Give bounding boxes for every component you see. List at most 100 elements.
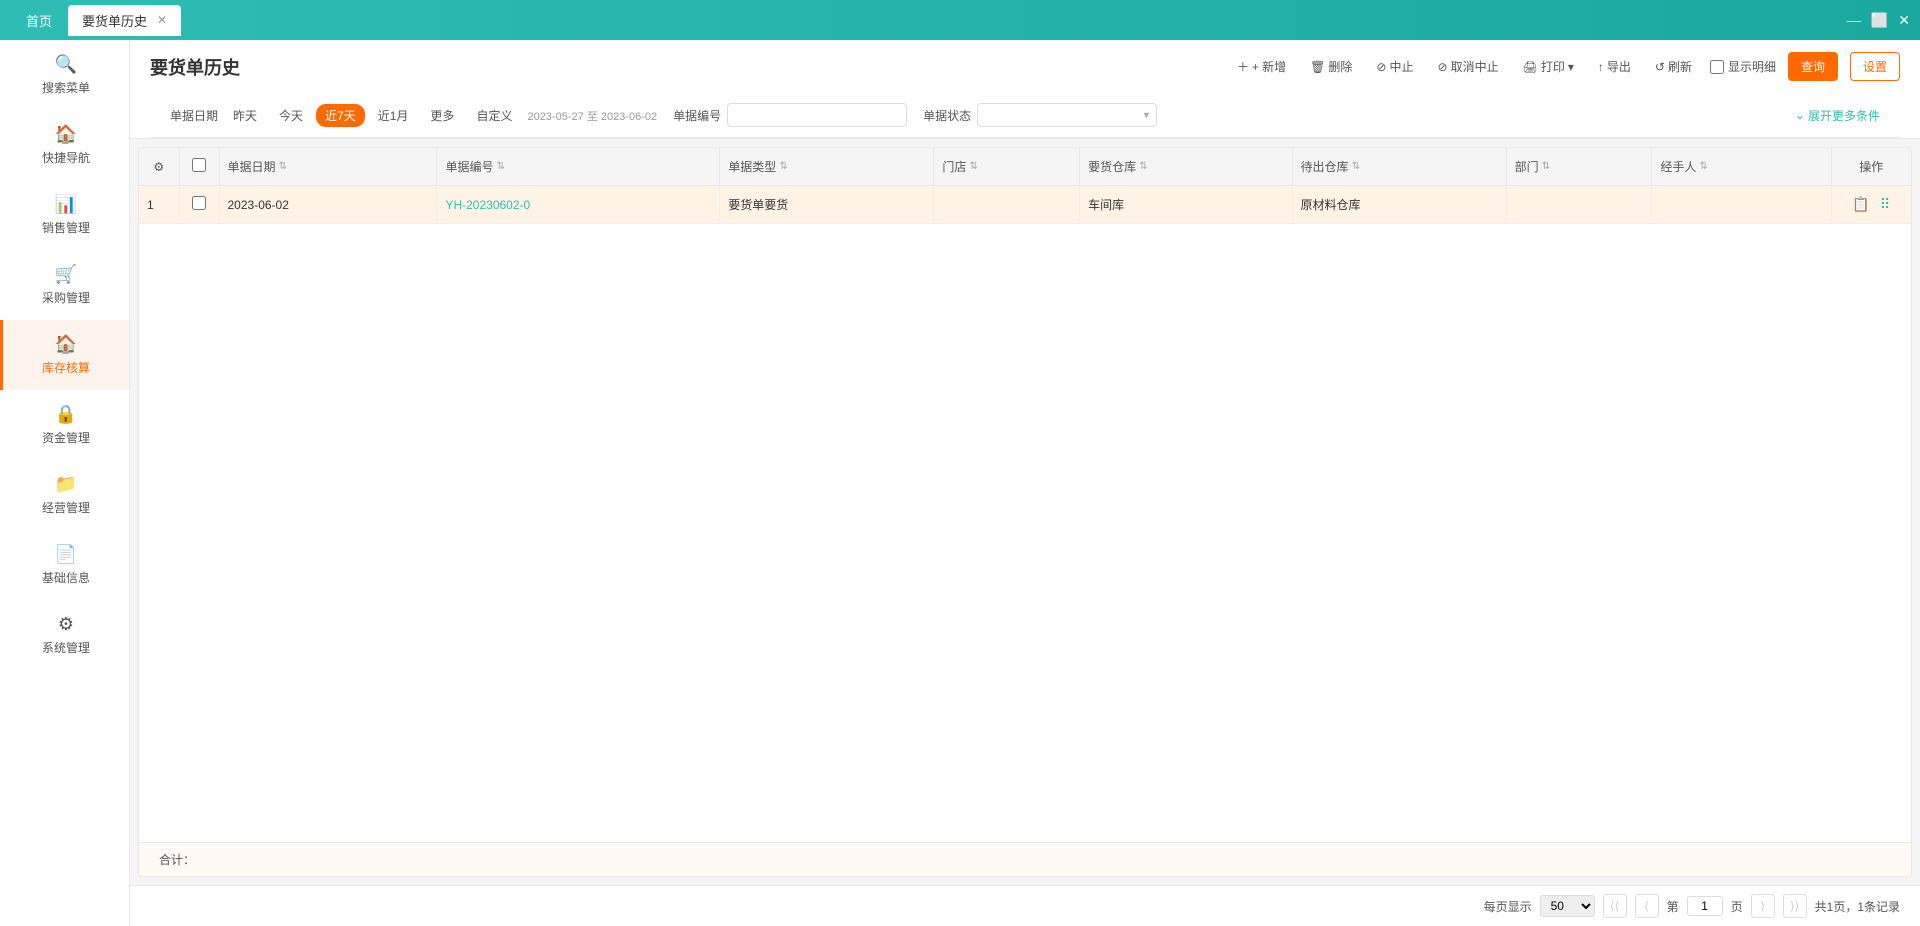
add-label: + 新增 (1252, 58, 1286, 75)
table-row: 1 2023-06-02 YH-20230602-0 (139, 186, 1911, 224)
th-req-warehouse[interactable]: 要货仓库 ⇅ (1080, 148, 1292, 186)
expand-more-label: 展开更多条件 (1808, 107, 1880, 124)
per-page-select[interactable]: 50 10 20 100 (1540, 895, 1595, 917)
minimize-icon[interactable]: — (1847, 12, 1861, 28)
tab-home[interactable]: 首页 (10, 5, 68, 36)
filter-bar: 单据日期 昨天 今天 近7天 近1月 更多 自定义 2023-05-27 至 2… (150, 93, 1900, 138)
settings-icon[interactable]: ⚙ (153, 160, 164, 174)
page-title: 要货单历史 (150, 54, 240, 80)
sidebar-item-fund-mgmt[interactable]: 🔒 资金管理 (0, 390, 129, 460)
doc-number-label: 单据编号 (673, 107, 721, 124)
row-edit-icon[interactable]: 📋 (1850, 194, 1871, 215)
row-doc-number-link[interactable]: YH-20230602-0 (445, 198, 530, 212)
stop-icon: ⊘ (1376, 60, 1386, 74)
doc-number-input[interactable] (727, 103, 907, 127)
th-pending-warehouse[interactable]: 待出仓库 ⇅ (1292, 148, 1506, 186)
date-btn-today[interactable]: 今天 (270, 104, 312, 127)
doc-status-select-wrap (977, 103, 1157, 127)
add-icon: ＋ (1237, 58, 1249, 75)
display-detail-checkbox[interactable]: 显示明细 (1710, 58, 1776, 75)
row-doc-number: YH-20230602-0 (437, 186, 720, 224)
row-checkbox[interactable] (192, 196, 206, 210)
th-doc-number[interactable]: 单据编号 ⇅ (437, 148, 720, 186)
sidebar-item-label-sales-mgmt: 销售管理 (42, 219, 90, 236)
sidebar-item-sys-mgmt[interactable]: ⚙ 系统管理 (0, 600, 129, 670)
row-checkbox-cell (179, 186, 219, 224)
th-handler[interactable]: 经手人 ⇅ (1652, 148, 1831, 186)
main-layout: 🔍 搜索菜单 🏠 快捷导航 📊 销售管理 🛒 采购管理 🏠 库存核算 🔒 资金管… (0, 40, 1920, 926)
doc-status-select[interactable] (977, 103, 1157, 127)
row-doc-type-value: 要货单要货 (728, 198, 788, 212)
date-btn-more[interactable]: 更多 (421, 104, 463, 127)
sidebar-item-inventory[interactable]: 🏠 库存核算 (0, 320, 129, 390)
sales-mgmt-icon: 📊 (55, 194, 77, 215)
display-detail-input[interactable] (1710, 60, 1724, 74)
sort-doc-type-icon: ⇅ (779, 161, 787, 172)
delete-label: 删除 (1328, 58, 1352, 75)
first-page-btn[interactable]: ⟨⟨ (1603, 894, 1627, 918)
table-scroll[interactable]: ⚙ 单据日期 ⇅ (139, 148, 1911, 842)
tab-close-icon[interactable]: ✕ (157, 13, 167, 27)
query-button[interactable]: 查询 (1788, 52, 1838, 81)
row-more-icon[interactable]: ⠿ (1878, 194, 1892, 215)
sort-doc-date-icon: ⇅ (279, 161, 287, 172)
expand-chevron-icon: ⌄ (1795, 108, 1805, 122)
select-all-checkbox[interactable] (192, 158, 206, 172)
row-num-cell: 1 (139, 186, 179, 224)
table-footer-summary: 合计： (139, 842, 1911, 876)
maximize-icon[interactable]: ⬜ (1871, 12, 1888, 29)
page-input[interactable] (1687, 896, 1723, 916)
search-menu-icon: 🔍 (55, 54, 77, 75)
th-doc-type[interactable]: 单据类型 ⇅ (720, 148, 934, 186)
window-close-icon[interactable]: ✕ (1898, 12, 1910, 29)
th-department[interactable]: 部门 ⇅ (1506, 148, 1652, 186)
stop-button[interactable]: ⊘ 中止 (1370, 54, 1419, 79)
sys-mgmt-icon: ⚙ (58, 614, 74, 635)
delete-icon: 🗑 (1310, 60, 1325, 74)
sidebar-item-label-fund-mgmt: 资金管理 (42, 429, 90, 446)
row-actions-cell: 📋 ⠿ (1831, 186, 1911, 224)
sort-req-warehouse-icon: ⇅ (1139, 161, 1147, 172)
add-button[interactable]: ＋ + 新增 (1231, 54, 1292, 79)
sidebar-item-search-menu[interactable]: 🔍 搜索菜单 (0, 40, 129, 110)
tab-requisition-history[interactable]: 要货单历史 ✕ (68, 5, 181, 36)
sort-doc-number-icon: ⇅ (496, 161, 504, 172)
toolbar: ＋ + 新增 🗑 删除 ⊘ 中止 ⊘ 取消中止 (1231, 52, 1900, 81)
sidebar-item-ops-mgmt[interactable]: 📁 经营管理 (0, 460, 129, 530)
sidebar-item-label-search-menu: 搜索菜单 (42, 79, 90, 96)
row-department (1506, 186, 1652, 224)
last-page-btn[interactable]: ⟩⟩ (1783, 894, 1807, 918)
export-icon: ↑ (1598, 60, 1604, 74)
sidebar-item-purchase-mgmt[interactable]: 🛒 采购管理 (0, 250, 129, 320)
date-btn-yesterday[interactable]: 昨天 (224, 104, 266, 127)
sidebar-item-base-info[interactable]: 📄 基础信息 (0, 530, 129, 600)
sidebar-item-label-inventory: 库存核算 (42, 359, 90, 376)
sidebar-item-label-sys-mgmt: 系统管理 (42, 639, 90, 656)
th-doc-date[interactable]: 单据日期 ⇅ (219, 148, 437, 186)
settings-button[interactable]: 设置 (1850, 52, 1900, 81)
sidebar-item-quick-nav[interactable]: 🏠 快捷导航 (0, 110, 129, 180)
refresh-button[interactable]: ↺ 刷新 (1649, 54, 1698, 79)
row-doc-date-value: 2023-06-02 (228, 198, 289, 212)
date-btn-last7days[interactable]: 近7天 (316, 104, 365, 127)
row-doc-type: 要货单要货 (720, 186, 934, 224)
next-page-btn[interactable]: ⟩ (1751, 894, 1775, 918)
sidebar-item-sales-mgmt[interactable]: 📊 销售管理 (0, 180, 129, 250)
th-actions: 操作 (1831, 148, 1911, 186)
query-label: 查询 (1801, 58, 1825, 75)
date-btn-last1month[interactable]: 近1月 (369, 104, 418, 127)
delete-button[interactable]: 🗑 删除 (1304, 54, 1358, 79)
print-icon: 🖨 (1523, 60, 1538, 74)
filter-group-date: 单据日期 昨天 今天 近7天 近1月 更多 自定义 2023-05-27 至 2… (170, 104, 657, 127)
th-settings[interactable]: ⚙ (139, 148, 179, 186)
expand-more-btn[interactable]: ⌄ 展开更多条件 (1795, 107, 1880, 124)
date-btn-custom[interactable]: 自定义 (467, 104, 521, 127)
prev-page-btn[interactable]: ⟨ (1635, 894, 1659, 918)
date-buttons: 昨天 今天 近7天 近1月 更多 自定义 (224, 104, 521, 127)
export-button[interactable]: ↑ 导出 (1592, 54, 1637, 79)
print-button[interactable]: 🖨 打印 ▾ (1517, 54, 1580, 79)
quick-nav-icon: 🏠 (55, 124, 77, 145)
th-store[interactable]: 门店 ⇅ (934, 148, 1080, 186)
sidebar: 🔍 搜索菜单 🏠 快捷导航 📊 销售管理 🛒 采购管理 🏠 库存核算 🔒 资金管… (0, 40, 130, 926)
cancel-stop-button[interactable]: ⊘ 取消中止 (1432, 54, 1505, 79)
